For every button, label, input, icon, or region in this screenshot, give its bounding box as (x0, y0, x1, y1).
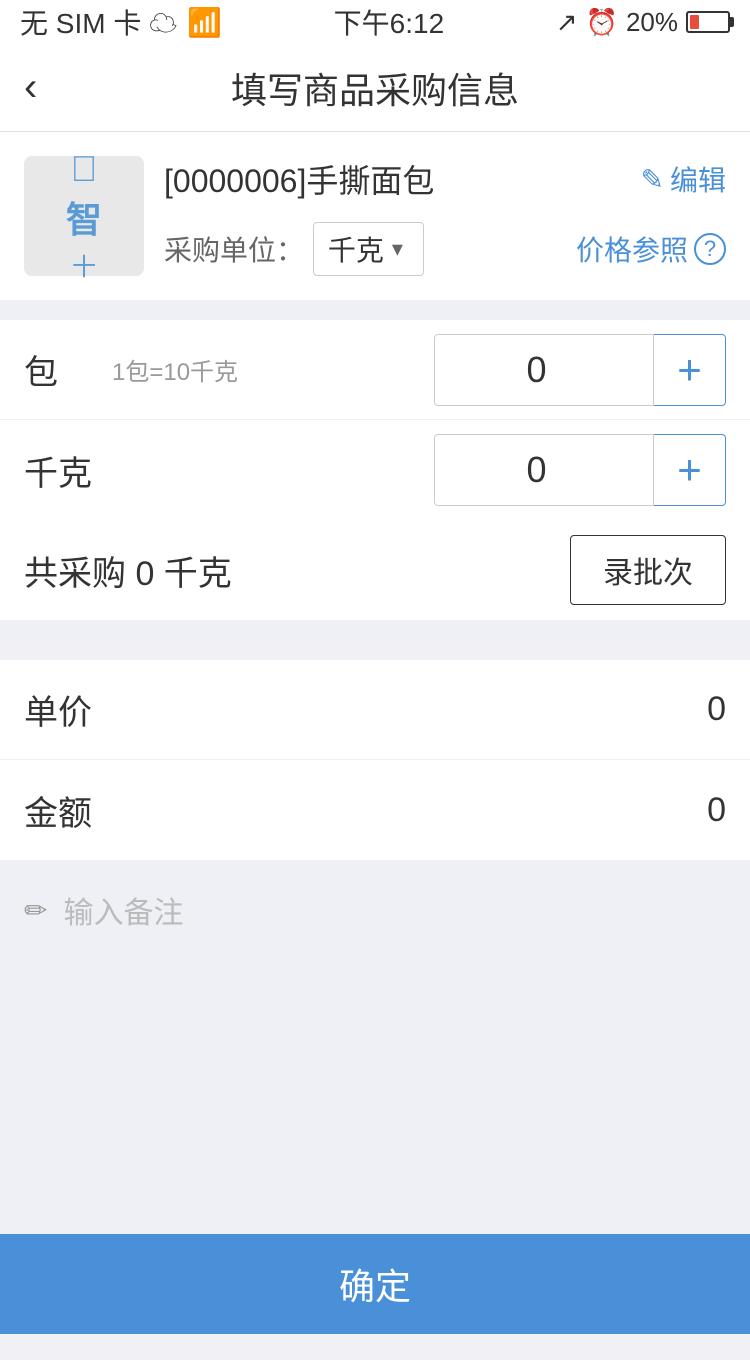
price-section: 单价 0 金额 0 (0, 660, 750, 860)
notes-section[interactable]: ✏ 输入备注 (0, 860, 750, 960)
product-info: [0000006]手撕面包 ✎ 编辑 采购单位： 千克 ▾ 价格参照 ? (164, 156, 726, 276)
summary-row: 共采购 0 千克 录批次 (0, 520, 750, 620)
battery-icon (686, 11, 730, 33)
nav-bar: ‹ 填写商品采购信息 (0, 44, 750, 132)
bag-plus-button[interactable]: + (654, 334, 726, 406)
product-header: [0000006]手撕面包 ✎ 编辑 (164, 156, 726, 202)
logo-owl:  (71, 151, 98, 187)
empty-area (0, 960, 750, 1260)
status-left: 无 SIM 卡 ☁ 📶 (20, 2, 222, 42)
unit-select-btn[interactable]: 千克 ▾ (313, 222, 424, 276)
edit-button[interactable]: ✎ 编辑 (641, 159, 726, 199)
page-title: 填写商品采购信息 (231, 62, 519, 114)
product-unit-row: 采购单位： 千克 ▾ 价格参照 ? (164, 222, 726, 276)
bag-input-row: 包 1包=10千克 + (0, 320, 750, 420)
bag-quantity-input[interactable] (434, 334, 654, 406)
summary-text: 共采购 0 千克 (24, 546, 232, 595)
logo-text-top: 智 (66, 191, 102, 243)
unit-value: 千克 (328, 229, 384, 269)
price-ref-btn[interactable]: 价格参照 ? (576, 229, 726, 269)
kg-plus-button[interactable]: + (654, 434, 726, 506)
batch-button[interactable]: 录批次 (570, 535, 726, 605)
edit-label: 编辑 (670, 159, 726, 199)
edit-icon: ✎ (641, 163, 664, 196)
alarm-icon: ⏰ (586, 7, 618, 38)
unit-price-label: 单价 (24, 685, 92, 734)
pencil-icon: ✏ (24, 894, 47, 927)
amount-value: 0 (707, 791, 726, 830)
kg-input-right: + (434, 434, 726, 506)
status-right: ↗ ⏰ 20% (556, 7, 730, 38)
kg-input-row: 千克 + (0, 420, 750, 520)
unit-selector: 采购单位： 千克 ▾ (164, 222, 424, 276)
location-icon: ↗ (556, 7, 578, 38)
kg-quantity-input[interactable] (434, 434, 654, 506)
help-icon: ? (694, 233, 726, 265)
chevron-icon: ▾ (392, 236, 403, 262)
separator-1 (0, 300, 750, 320)
unit-price-value: 0 (707, 690, 726, 729)
sim-status: 无 SIM 卡 ☁ (20, 2, 177, 42)
back-button[interactable]: ‹ (24, 65, 37, 110)
status-bar: 无 SIM 卡 ☁ 📶 下午6:12 ↗ ⏰ 20% (0, 0, 750, 44)
unit-price-row: 单价 0 (0, 660, 750, 760)
bag-input-right: + (434, 334, 726, 406)
product-card:  智 十 [0000006]手撕面包 ✎ 编辑 采购单位： 千克 ▾ (0, 132, 750, 300)
unit-label: 采购单位： (164, 235, 304, 266)
confirm-button[interactable]: 确定 (0, 1234, 750, 1334)
amount-row: 金额 0 (0, 760, 750, 860)
quantity-section: 包 1包=10千克 + 千克 + (0, 320, 750, 520)
separator-2 (0, 620, 750, 640)
logo-text-bottom: 十 (72, 247, 96, 282)
battery-percent: 20% (626, 7, 678, 38)
battery-fill (690, 15, 699, 29)
amount-label: 金额 (24, 786, 92, 835)
kg-label: 千克 (24, 446, 104, 495)
product-name: [0000006]手撕面包 (164, 156, 434, 202)
notes-placeholder: 输入备注 (63, 888, 183, 932)
price-ref-label: 价格参照 (576, 229, 688, 269)
bag-sublabel: 1包=10千克 (112, 352, 238, 387)
product-image:  智 十 (24, 156, 144, 276)
status-time: 下午6:12 (334, 2, 445, 42)
bag-label: 包 (24, 345, 104, 394)
wifi-icon: 📶 (187, 6, 222, 39)
